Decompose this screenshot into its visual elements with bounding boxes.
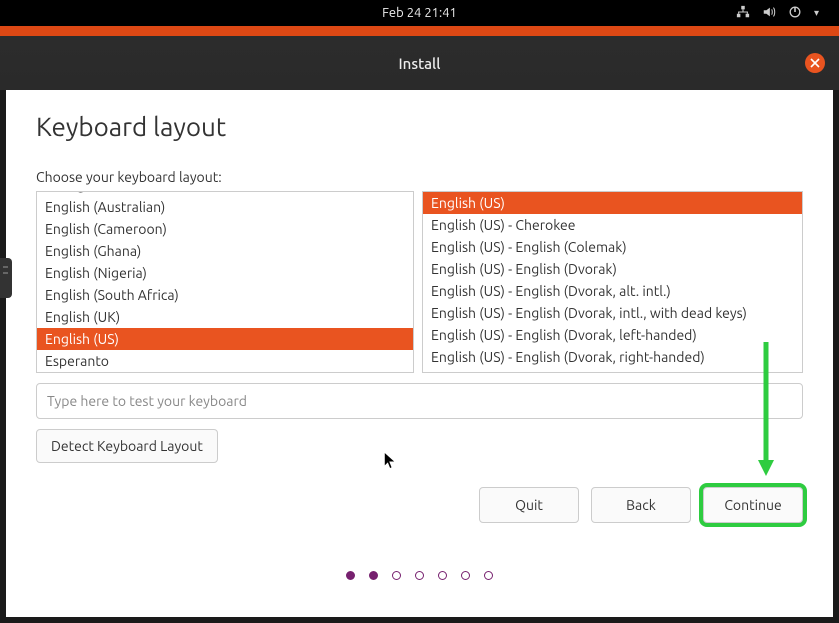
system-top-bar: Feb 24 21:41 ▾ — [0, 0, 839, 26]
quit-button[interactable]: Quit — [479, 487, 579, 523]
system-tray[interactable]: ▾ — [736, 5, 819, 22]
installer-content: Keyboard layout Choose your keyboard lay… — [6, 90, 833, 617]
volume-icon[interactable] — [762, 5, 776, 22]
progress-dot — [346, 571, 355, 580]
progress-dot — [392, 571, 401, 580]
list-item[interactable]: English (US) - English (Dvorak, intl., w… — [423, 302, 802, 324]
keyboard-test-input[interactable] — [36, 383, 803, 419]
list-item[interactable]: English (US) - English (Dvorak, right-ha… — [423, 346, 802, 368]
back-button[interactable]: Back — [591, 487, 691, 523]
layout-prompt: Choose your keyboard layout: — [36, 169, 803, 185]
network-icon[interactable] — [736, 5, 750, 22]
progress-dot — [438, 571, 447, 580]
list-item[interactable]: English (Ghana) — [37, 240, 413, 262]
detect-layout-button[interactable]: Detect Keyboard Layout — [36, 429, 218, 463]
power-icon[interactable] — [788, 5, 802, 22]
page-title: Keyboard layout — [36, 112, 803, 141]
window-title: Install — [399, 55, 441, 72]
list-item[interactable]: English (US) - English (Dvorak, left-han… — [423, 324, 802, 346]
progress-dot — [461, 571, 470, 580]
list-item[interactable]: English (US) - English (Colemak) — [423, 236, 802, 258]
list-item[interactable]: Esperanto — [37, 350, 413, 372]
layout-lists: DzongkhaEnglish (Australian)English (Cam… — [36, 191, 803, 373]
continue-button[interactable]: Continue — [703, 487, 803, 523]
list-item[interactable]: English (Cameroon) — [37, 218, 413, 240]
list-item[interactable]: English (South Africa) — [37, 284, 413, 306]
progress-dot — [415, 571, 424, 580]
close-icon — [810, 58, 820, 68]
progress-dots — [36, 571, 803, 580]
window-close-button[interactable] — [805, 53, 825, 73]
clock: Feb 24 21:41 — [382, 6, 457, 20]
list-item[interactable]: English (Nigeria) — [37, 262, 413, 284]
list-item[interactable]: English (US) — [37, 328, 413, 350]
list-item[interactable]: English (Australian) — [37, 196, 413, 218]
list-item[interactable]: English (US) — [423, 192, 802, 214]
window-titlebar: Install — [0, 32, 839, 90]
layout-variant-list[interactable]: English (US)English (US) - CherokeeEngli… — [422, 191, 803, 373]
progress-dot — [369, 571, 378, 580]
list-item[interactable]: English (UK) — [37, 306, 413, 328]
chevron-down-icon[interactable]: ▾ — [814, 7, 819, 19]
list-item[interactable]: English (US) - Cherokee — [423, 214, 802, 236]
list-item[interactable]: English (US) - English (Dvorak, alt. int… — [423, 280, 802, 302]
list-item[interactable]: English (US) - English (Dvorak) — [423, 258, 802, 280]
layout-language-list[interactable]: DzongkhaEnglish (Australian)English (Cam… — [36, 191, 414, 373]
nav-buttons: Quit Back Continue — [36, 487, 803, 523]
progress-dot — [484, 571, 493, 580]
dock-handle[interactable] — [0, 258, 12, 298]
